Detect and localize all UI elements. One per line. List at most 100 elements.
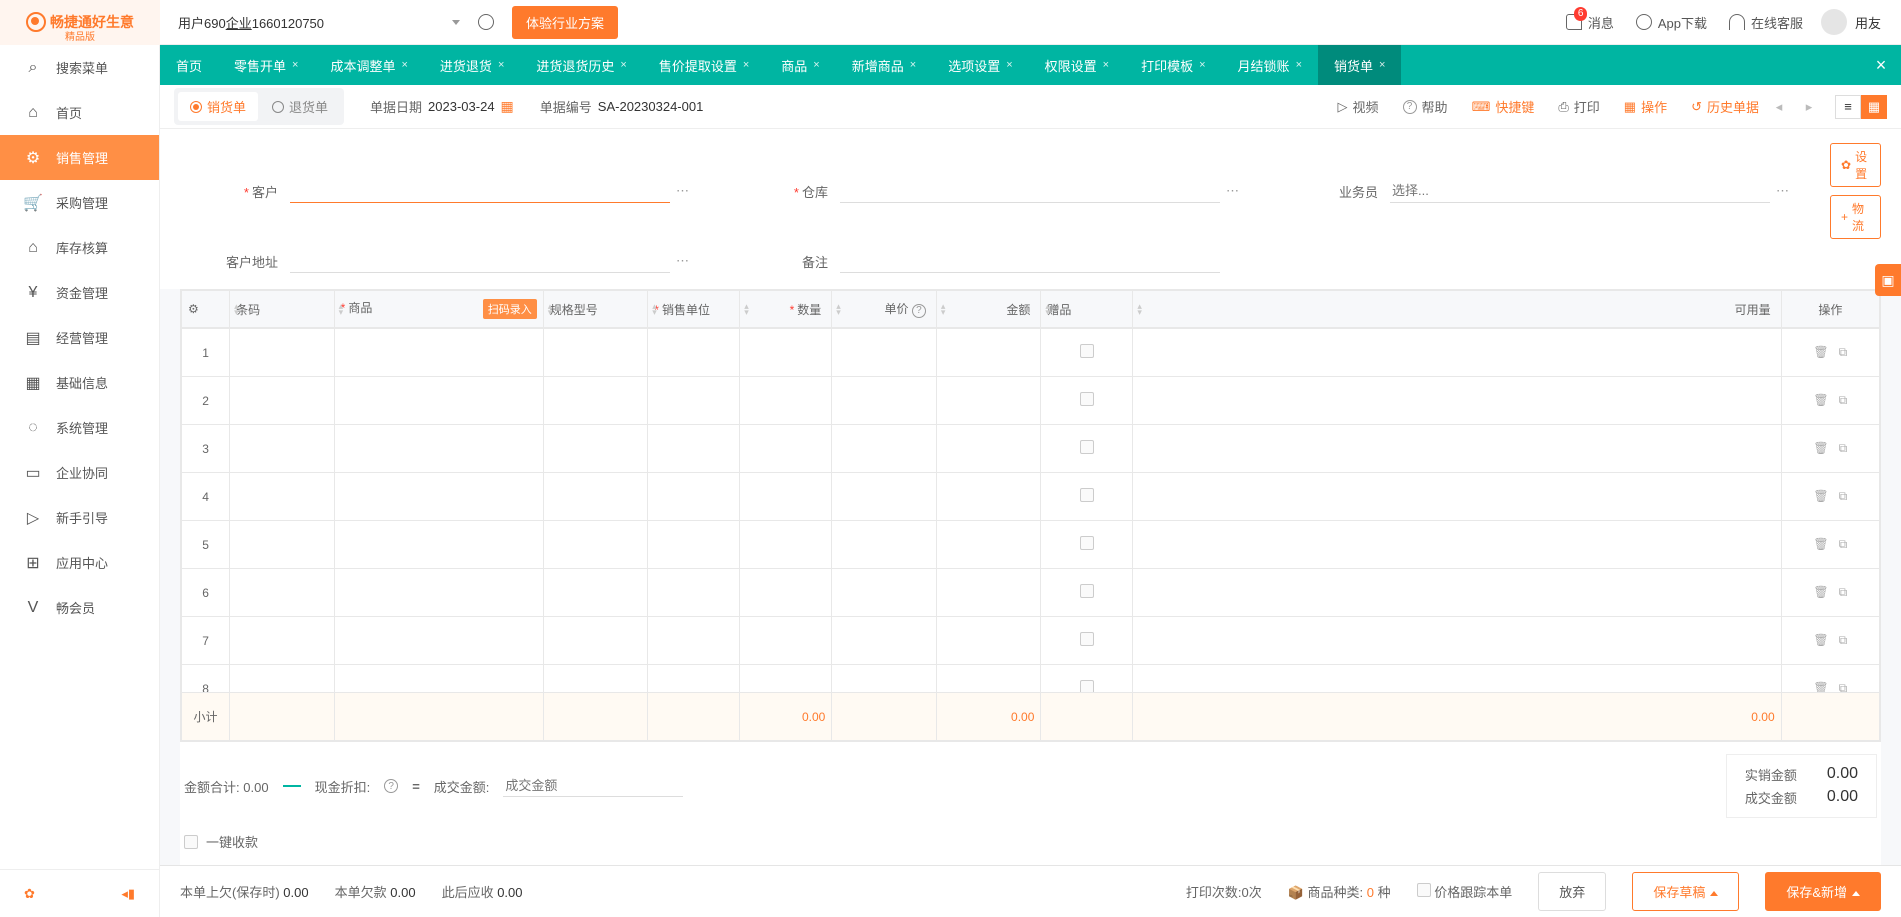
help-icon[interactable]: ? [912, 304, 926, 318]
tab-10[interactable]: 打印模板× [1125, 45, 1221, 85]
sidebar-item-7[interactable]: ▦基础信息 [0, 360, 159, 405]
delete-icon[interactable]: 🗑 [1813, 681, 1828, 692]
customer-input[interactable] [290, 179, 670, 203]
sidebar-item-10[interactable]: ▷新手引导 [0, 495, 159, 540]
help-icon[interactable]: ? [384, 779, 398, 793]
tab-6[interactable]: 商品× [765, 45, 835, 85]
sidebar-item-5[interactable]: ¥资金管理 [0, 270, 159, 315]
close-icon[interactable]: × [1199, 59, 1205, 71]
sidebar-item-0[interactable]: ⌕搜索菜单 [0, 45, 159, 90]
deal-amount-input[interactable] [503, 775, 683, 797]
table-row[interactable]: 2🗑⧉ [182, 377, 1880, 425]
copy-icon[interactable]: ⧉ [1839, 681, 1848, 692]
gift-checkbox[interactable] [1080, 392, 1094, 406]
th-price[interactable]: ▴▾单价 ? [832, 291, 937, 328]
table-row[interactable]: 4🗑⧉ [182, 473, 1880, 521]
close-all-tabs[interactable]: × [1861, 45, 1901, 85]
sidebar-item-4[interactable]: ⌂库存核算 [0, 225, 159, 270]
view-list[interactable]: ≡ [1835, 95, 1861, 119]
sidebar-item-2[interactable]: ⚙销售管理 [0, 135, 159, 180]
th-gift[interactable]: ▴▾赠品 [1041, 291, 1133, 328]
th-qty[interactable]: ▴▾*数量 [740, 291, 832, 328]
gift-checkbox[interactable] [1080, 440, 1094, 454]
remark-input[interactable] [840, 249, 1220, 273]
warehouse-input[interactable] [840, 179, 1220, 203]
sidebar-item-3[interactable]: 🛒采购管理 [0, 180, 159, 225]
table-row[interactable]: 3🗑⧉ [182, 425, 1880, 473]
copy-icon[interactable]: ⧉ [1839, 633, 1848, 648]
tab-0[interactable]: 首页 [160, 45, 218, 85]
close-icon[interactable]: × [292, 59, 298, 71]
radio-sale[interactable]: 销货单 [178, 92, 258, 121]
video-link[interactable]: ▷视频 [1338, 97, 1379, 116]
warehouse-picker[interactable]: ⋯ [1226, 183, 1240, 199]
next-doc[interactable]: ▸ [1799, 97, 1819, 117]
delete-icon[interactable]: 🗑 [1813, 633, 1828, 648]
delete-icon[interactable]: 🗑 [1813, 393, 1828, 408]
table-row[interactable]: 6🗑⧉ [182, 569, 1880, 617]
scan-tag[interactable]: 扫码录入 [483, 299, 537, 319]
messages-link[interactable]: 6 消息 [1566, 13, 1614, 32]
help-link[interactable]: ?帮助 [1403, 97, 1448, 116]
print-link[interactable]: ⎙打印 [1558, 97, 1599, 116]
gift-checkbox[interactable] [1080, 680, 1094, 692]
delete-icon[interactable]: 🗑 [1813, 345, 1828, 360]
copy-icon[interactable]: ⧉ [1839, 489, 1848, 504]
save-draft-button[interactable]: 保存草稿 [1632, 872, 1739, 911]
close-icon[interactable]: × [813, 59, 819, 71]
copy-icon[interactable]: ⧉ [1839, 537, 1848, 552]
close-icon[interactable]: × [1103, 59, 1109, 71]
ops-link[interactable]: ▦操作 [1624, 97, 1667, 116]
tab-3[interactable]: 进货退货× [424, 45, 520, 85]
logistics-button[interactable]: +物流 [1830, 195, 1881, 239]
close-icon[interactable]: × [1296, 59, 1302, 71]
th-amount[interactable]: ▴▾金额 [936, 291, 1041, 328]
gear-icon[interactable] [478, 14, 494, 30]
avatar[interactable] [1821, 9, 1847, 35]
username[interactable]: 用友 [1855, 13, 1881, 32]
delete-icon[interactable]: 🗑 [1813, 585, 1828, 600]
support-link[interactable]: 在线客服 [1729, 13, 1803, 32]
app-download-link[interactable]: App下载 [1636, 13, 1707, 32]
gift-checkbox[interactable] [1080, 488, 1094, 502]
tab-4[interactable]: 进货退货历史× [520, 45, 642, 85]
salesman-picker[interactable]: ⋯ [1776, 183, 1790, 199]
gift-checkbox[interactable] [1080, 344, 1094, 358]
shortcut-link[interactable]: ⌨快捷键 [1472, 97, 1535, 116]
settings-button[interactable]: ✿设置 [1830, 143, 1881, 187]
discard-button[interactable]: 放弃 [1538, 872, 1606, 911]
sidebar-item-11[interactable]: ⊞应用中心 [0, 540, 159, 585]
th-spec[interactable]: ▴▾规格型号 [543, 291, 648, 328]
tenant-selector[interactable]: 用户690企业1660120750 [178, 13, 494, 32]
th-avail[interactable]: ▴▾可用量 [1133, 291, 1781, 328]
copy-icon[interactable]: ⧉ [1839, 345, 1848, 360]
copy-icon[interactable]: ⧉ [1839, 585, 1848, 600]
delete-icon[interactable]: 🗑 [1813, 537, 1828, 552]
tab-12[interactable]: 销货单× [1318, 45, 1401, 85]
experience-button[interactable]: 体验行业方案 [512, 6, 618, 39]
delete-icon[interactable]: 🗑 [1813, 441, 1828, 456]
delete-icon[interactable]: 🗑 [1813, 489, 1828, 504]
table-row[interactable]: 8🗑⧉ [182, 665, 1880, 693]
sidebar-item-8[interactable]: ◌系统管理 [0, 405, 159, 450]
gift-checkbox[interactable] [1080, 536, 1094, 550]
address-input[interactable] [290, 249, 670, 273]
tab-11[interactable]: 月结锁账× [1222, 45, 1318, 85]
gift-checkbox[interactable] [1080, 584, 1094, 598]
collect-checkbox[interactable] [184, 835, 198, 849]
doc-date[interactable]: 2023-03-24 [428, 99, 495, 114]
close-icon[interactable]: × [1379, 59, 1385, 71]
sidebar-item-12[interactable]: V畅会员 [0, 585, 159, 630]
prev-doc[interactable]: ◂ [1769, 97, 1789, 117]
sidebar-item-6[interactable]: ▤经营管理 [0, 315, 159, 360]
close-icon[interactable]: × [401, 59, 407, 71]
th-product[interactable]: ▴▾*商品扫码录入 [334, 291, 543, 328]
track-checkbox[interactable] [1417, 883, 1431, 897]
table-row[interactable]: 5🗑⧉ [182, 521, 1880, 569]
close-icon[interactable]: × [498, 59, 504, 71]
close-icon[interactable]: × [910, 59, 916, 71]
table-row[interactable]: 1🗑⧉ [182, 329, 1880, 377]
gift-checkbox[interactable] [1080, 632, 1094, 646]
th-config[interactable]: ⚙ [182, 291, 230, 328]
salesman-input[interactable] [1390, 179, 1770, 203]
